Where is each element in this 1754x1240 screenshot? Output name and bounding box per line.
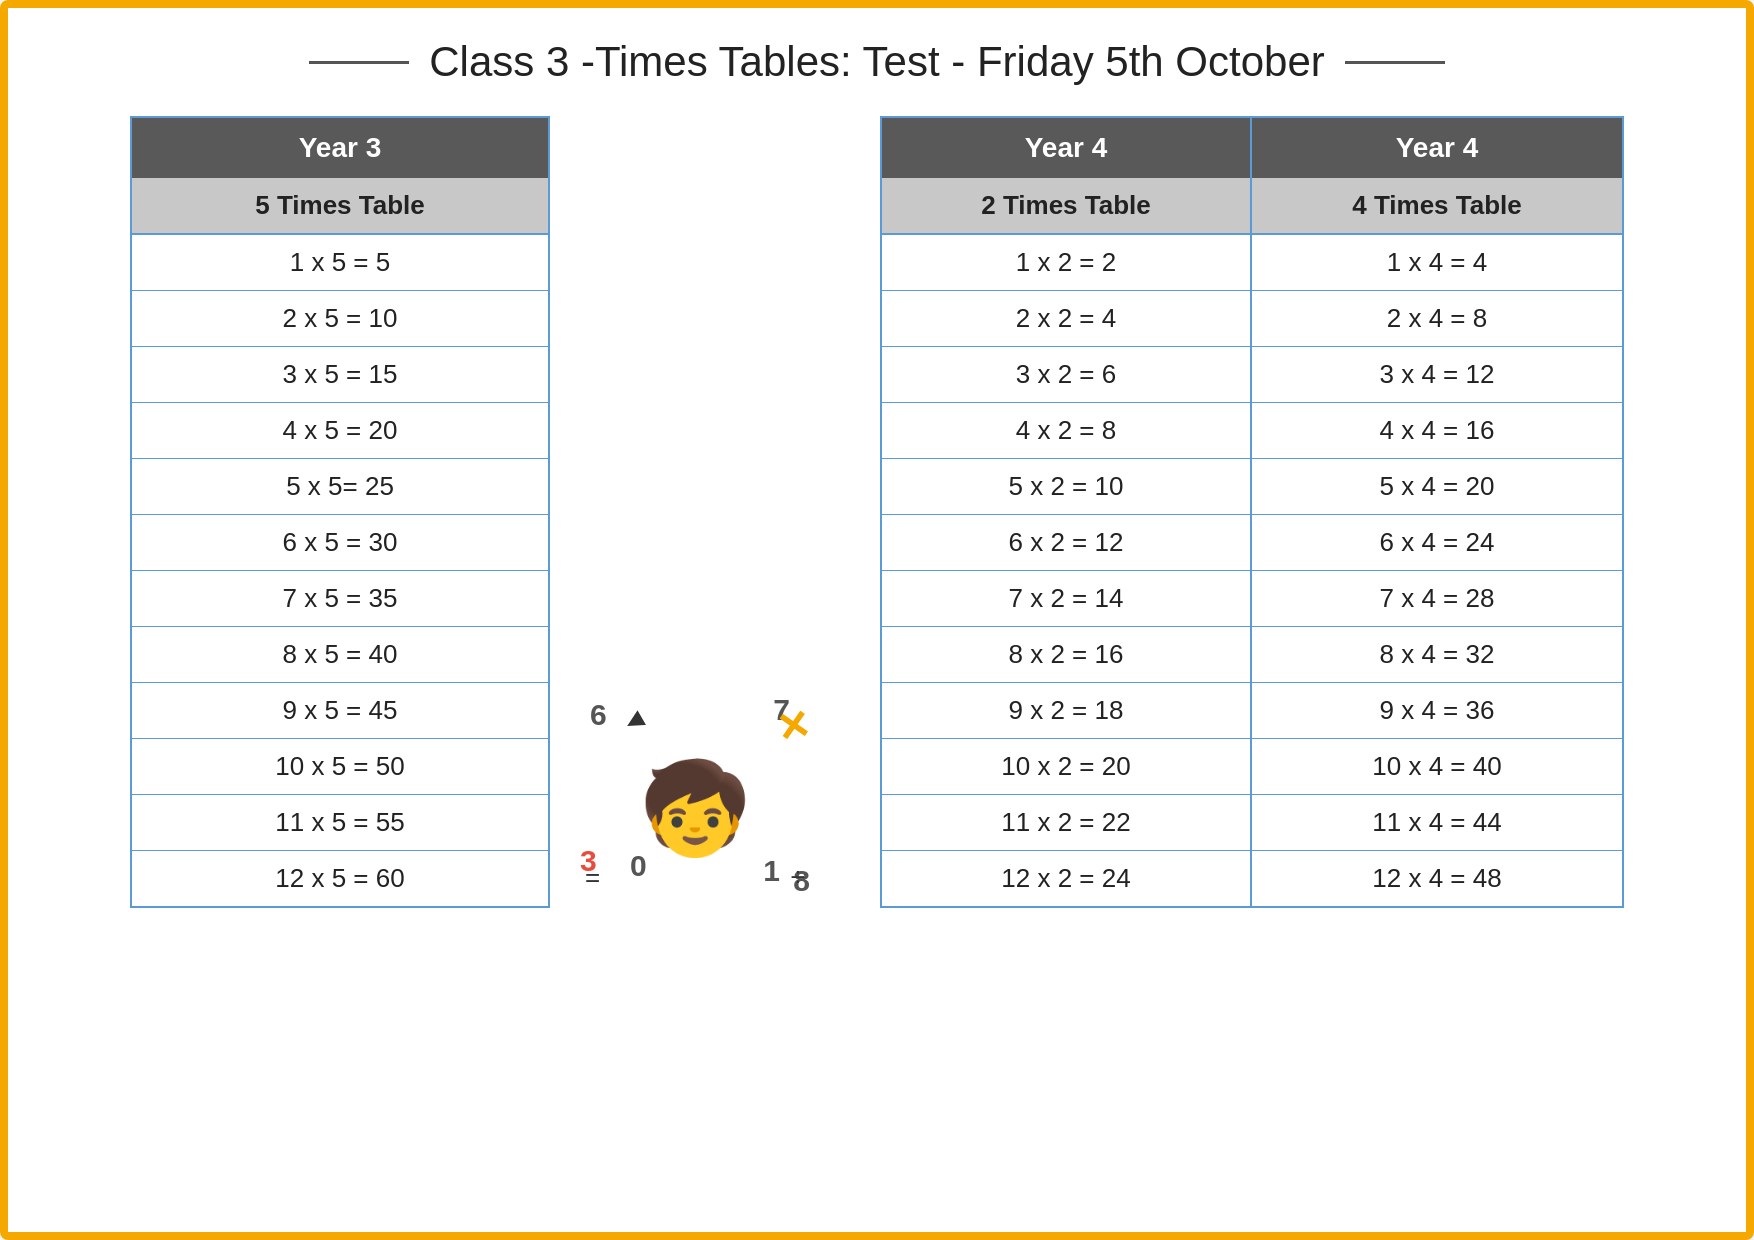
table-row: 9 x 5 = 45 (131, 683, 549, 739)
table-row: 4 x 4 = 16 (1252, 403, 1622, 459)
right-table-col1: Year 4 2 Times Table 1 x 2 = 22 x 2 = 43… (882, 118, 1252, 906)
equation-cell: 1 x 4 = 4 (1252, 234, 1622, 291)
equation-cell: 1 x 2 = 2 (882, 234, 1251, 291)
right-table-col2: Year 4 4 Times Table 1 x 4 = 42 x 4 = 83… (1252, 118, 1622, 906)
equation-cell: 2 x 5 = 10 (131, 291, 549, 347)
equation-cell: 4 x 4 = 16 (1252, 403, 1622, 459)
left-year-header: Year 3 (131, 117, 549, 178)
equation-cell: 2 x 2 = 4 (882, 291, 1251, 347)
table-row: 10 x 5 = 50 (131, 739, 549, 795)
table-row: 2 x 2 = 4 (882, 291, 1251, 347)
equation-cell: 10 x 4 = 40 (1252, 739, 1622, 795)
right-year-header-col1: Year 4 (882, 118, 1251, 178)
equation-cell: 9 x 5 = 45 (131, 683, 549, 739)
float-number-0: 0 (630, 849, 647, 883)
tables-container: Year 3 5 Times Table 1 x 5 = 52 x 5 = 10… (48, 116, 1706, 908)
table-row: 3 x 5 = 15 (131, 347, 549, 403)
table-row: 2 x 5 = 10 (131, 291, 549, 347)
equation-cell: 11 x 4 = 44 (1252, 795, 1622, 851)
equation-cell: 3 x 4 = 12 (1252, 347, 1622, 403)
table-row: 6 x 2 = 12 (882, 515, 1251, 571)
table-row: 12 x 5 = 60 (131, 851, 549, 908)
table-row: 10 x 2 = 20 (882, 739, 1251, 795)
equals-deco: = (585, 862, 600, 893)
arrow-deco: ◀ (620, 705, 648, 736)
equation-cell: 9 x 4 = 36 (1252, 683, 1622, 739)
equation-cell: 7 x 5 = 35 (131, 571, 549, 627)
table-row: 2 x 4 = 8 (1252, 291, 1622, 347)
table-row: 11 x 4 = 44 (1252, 795, 1622, 851)
table-row: 8 x 5 = 40 (131, 627, 549, 683)
left-table: Year 3 5 Times Table 1 x 5 = 52 x 5 = 10… (130, 116, 550, 908)
table-row: 1 x 5 = 5 (131, 234, 549, 291)
equation-cell: 12 x 2 = 24 (882, 851, 1251, 907)
table-row: 12 x 4 = 48 (1252, 851, 1622, 907)
table-row: 3 x 2 = 6 (882, 347, 1251, 403)
divide-deco: ÷ (791, 862, 805, 893)
left-section: Year 3 5 Times Table 1 x 5 = 52 x 5 = 10… (130, 116, 820, 908)
table-row: 6 x 5 = 30 (131, 515, 549, 571)
kid-emoji: 🧒 (639, 756, 751, 861)
table-row: 1 x 4 = 4 (1252, 234, 1622, 291)
table-row: 3 x 4 = 12 (1252, 347, 1622, 403)
table-row: 4 x 5 = 20 (131, 403, 549, 459)
x-symbol: ✕ (772, 700, 813, 751)
equation-cell: 12 x 5 = 60 (131, 851, 549, 908)
table-row: 11 x 2 = 22 (882, 795, 1251, 851)
table-row: 4 x 2 = 8 (882, 403, 1251, 459)
equation-cell: 2 x 4 = 8 (1252, 291, 1622, 347)
equation-cell: 8 x 2 = 16 (882, 627, 1251, 683)
equation-cell: 7 x 2 = 14 (882, 571, 1251, 627)
equation-cell: 6 x 5 = 30 (131, 515, 549, 571)
table-row: 8 x 2 = 16 (882, 627, 1251, 683)
equation-cell: 3 x 5 = 15 (131, 347, 549, 403)
equation-cell: 11 x 5 = 55 (131, 795, 549, 851)
table-row: 9 x 2 = 18 (882, 683, 1251, 739)
table-row: 1 x 2 = 2 (882, 234, 1251, 291)
float-number-1: 1 (763, 854, 780, 888)
table-row: 5 x 2 = 10 (882, 459, 1251, 515)
right-table-name-col1: 2 Times Table (882, 178, 1251, 234)
right-table-name-col2: 4 Times Table (1252, 178, 1622, 234)
equation-cell: 9 x 2 = 18 (882, 683, 1251, 739)
table-row: 7 x 4 = 28 (1252, 571, 1622, 627)
equation-cell: 6 x 4 = 24 (1252, 515, 1622, 571)
equation-cell: 1 x 5 = 5 (131, 234, 549, 291)
table-row: 11 x 5 = 55 (131, 795, 549, 851)
page: Class 3 -Times Tables: Test - Friday 5th… (0, 0, 1754, 1240)
table-row: 5 x 4 = 20 (1252, 459, 1622, 515)
table-row: 10 x 4 = 40 (1252, 739, 1622, 795)
table-row: 8 x 4 = 32 (1252, 627, 1622, 683)
equation-cell: 5 x 2 = 10 (882, 459, 1251, 515)
equation-cell: 4 x 5 = 20 (131, 403, 549, 459)
equation-cell: 7 x 4 = 28 (1252, 571, 1622, 627)
equation-cell: 10 x 2 = 20 (882, 739, 1251, 795)
equation-cell: 8 x 5 = 40 (131, 627, 549, 683)
table-row: 6 x 4 = 24 (1252, 515, 1622, 571)
float-number-6: 6 (590, 698, 607, 732)
equation-cell: 4 x 2 = 8 (882, 403, 1251, 459)
table-row: 7 x 2 = 14 (882, 571, 1251, 627)
table-row: 12 x 2 = 24 (882, 851, 1251, 907)
right-section: Year 4 2 Times Table 1 x 2 = 22 x 2 = 43… (880, 116, 1624, 908)
equation-cell: 8 x 4 = 32 (1252, 627, 1622, 683)
equation-cell: 10 x 5 = 50 (131, 739, 549, 795)
equation-cell: 3 x 2 = 6 (882, 347, 1251, 403)
equation-cell: 11 x 2 = 22 (882, 795, 1251, 851)
kid-illustration: 6 7 ✕ ◀ 🧒 3 0 1 8 = ÷ (570, 688, 820, 908)
table-row: 5 x 5= 25 (131, 459, 549, 515)
page-title: Class 3 -Times Tables: Test - Friday 5th… (309, 38, 1445, 86)
right-tables-wrapper: Year 4 2 Times Table 1 x 2 = 22 x 2 = 43… (880, 116, 1624, 908)
left-table-name: 5 Times Table (131, 178, 549, 234)
left-table-wrapper: Year 3 5 Times Table 1 x 5 = 52 x 5 = 10… (130, 116, 550, 908)
equation-cell: 12 x 4 = 48 (1252, 851, 1622, 907)
right-year-header-col2: Year 4 (1252, 118, 1622, 178)
equation-cell: 5 x 4 = 20 (1252, 459, 1622, 515)
table-row: 7 x 5 = 35 (131, 571, 549, 627)
equation-cell: 5 x 5= 25 (131, 459, 549, 515)
table-row: 9 x 4 = 36 (1252, 683, 1622, 739)
equation-cell: 6 x 2 = 12 (882, 515, 1251, 571)
